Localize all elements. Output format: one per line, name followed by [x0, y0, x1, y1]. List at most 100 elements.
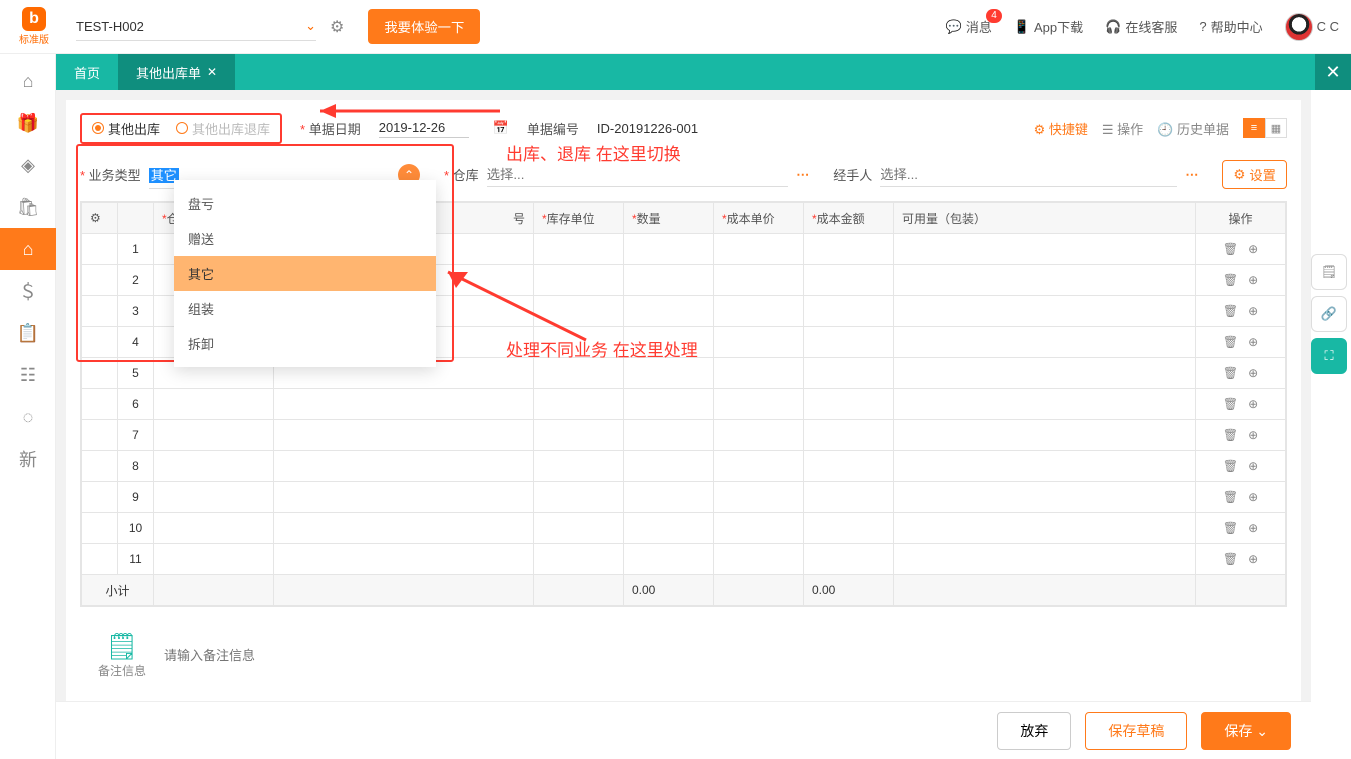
- outbound-type-radio-group: 其他出库 其他出库退库: [80, 113, 282, 144]
- store-selector[interactable]: TEST-H002 ⌄: [76, 12, 316, 41]
- copy-icon[interactable]: ⊕: [1248, 335, 1258, 349]
- discard-button[interactable]: 放弃: [997, 712, 1071, 750]
- subtotal-row: 小计 0.00 0.00: [82, 575, 1286, 606]
- remark-input[interactable]: [164, 648, 1269, 663]
- right-note-icon[interactable]: 🗒: [1311, 254, 1347, 290]
- copy-icon[interactable]: ⊕: [1248, 552, 1258, 566]
- copy-icon[interactable]: ⊕: [1248, 242, 1258, 256]
- app-download-label: App下载: [1034, 17, 1083, 36]
- remark-panel: 🗒 备注信息: [80, 619, 1287, 691]
- right-link-icon[interactable]: 🔗: [1311, 296, 1347, 332]
- right-expand-icon[interactable]: ⛶: [1311, 338, 1347, 374]
- delete-icon[interactable]: 🗑: [1223, 335, 1238, 349]
- copy-icon[interactable]: ⊕: [1248, 304, 1258, 318]
- dropdown-item-assemble[interactable]: 组装: [174, 291, 436, 326]
- dropdown-item-other[interactable]: 其它: [174, 256, 436, 291]
- form-row-1: 其他出库 其他出库退库 单据日期 2019-12-26 📅 单据编号 ID-20…: [80, 110, 1287, 146]
- nav-home-icon[interactable]: ⌂: [0, 60, 56, 102]
- warehouse-label: 仓库: [444, 165, 479, 184]
- tab-home[interactable]: 首页: [56, 54, 118, 90]
- nav-bag-icon[interactable]: 🛍: [0, 186, 56, 228]
- nav-new-icon[interactable]: 新: [0, 438, 56, 480]
- dropdown-item-loss[interactable]: 盘亏: [174, 186, 436, 221]
- copy-icon[interactable]: ⊕: [1248, 273, 1258, 287]
- biz-type-dropdown: 盘亏 赠送 其它 组装 拆卸: [174, 180, 436, 367]
- delete-icon[interactable]: 🗑: [1223, 552, 1238, 566]
- nav-diamond-icon[interactable]: ◈: [0, 144, 56, 186]
- nav-warehouse-icon[interactable]: ⌂: [0, 228, 56, 270]
- table-row[interactable]: 7🗑⊕: [82, 420, 1286, 451]
- dropdown-item-disassemble[interactable]: 拆卸: [174, 326, 436, 361]
- more-icon[interactable]: ⋯: [796, 167, 809, 183]
- delete-icon[interactable]: 🗑: [1223, 273, 1238, 287]
- messages-button[interactable]: 💬 消息 4: [946, 17, 992, 36]
- save-button[interactable]: 保存 ⌄: [1201, 712, 1291, 750]
- table-row[interactable]: 11🗑⊕: [82, 544, 1286, 575]
- header-code-label: 号: [513, 212, 525, 226]
- radio-other-outbound[interactable]: 其他出库: [92, 119, 160, 138]
- messages-badge: 4: [986, 9, 1002, 23]
- view-grid-icon[interactable]: ▦: [1265, 118, 1287, 138]
- copy-icon[interactable]: ⊕: [1248, 490, 1258, 504]
- tab-active-label: 其他出库单: [136, 63, 201, 82]
- nav-contact-icon[interactable]: ☷: [0, 354, 56, 396]
- settings-button[interactable]: ⚙设置: [1222, 160, 1287, 189]
- header-stock-unit: *库存单位: [534, 203, 624, 234]
- form-panel: 其他出库 其他出库退库 单据日期 2019-12-26 📅 单据编号 ID-20…: [66, 100, 1301, 701]
- handler-input[interactable]: [880, 163, 1177, 187]
- delete-icon[interactable]: 🗑: [1223, 490, 1238, 504]
- logo-icon: b: [22, 7, 46, 31]
- trial-button[interactable]: 我要体验一下: [368, 9, 480, 44]
- copy-icon[interactable]: ⊕: [1248, 366, 1258, 380]
- bill-date-input[interactable]: 2019-12-26: [379, 118, 469, 138]
- remark-icon-wrap: 🗒 备注信息: [98, 631, 146, 679]
- app-download-button[interactable]: 📱 App下载: [1014, 17, 1083, 36]
- table-row[interactable]: 6🗑⊕: [82, 389, 1286, 420]
- copy-icon[interactable]: ⊕: [1248, 397, 1258, 411]
- online-service-button[interactable]: 🎧 在线客服: [1105, 17, 1177, 36]
- header-available: 可用量（包装）: [894, 203, 1196, 234]
- nav-gift-icon[interactable]: 🎁: [0, 102, 56, 144]
- view-list-icon[interactable]: ≡: [1243, 118, 1265, 138]
- copy-icon[interactable]: ⊕: [1248, 428, 1258, 442]
- shortcut-button[interactable]: ⚙ 快捷键: [1034, 119, 1088, 138]
- history-button[interactable]: 🕘 历史单据: [1157, 119, 1229, 138]
- subtotal-amount: 0.00: [804, 575, 894, 606]
- left-nav-rail: ⌂ 🎁 ◈ 🛍 ⌂ ＄ 📋 ☷ ◌ 新: [0, 54, 56, 759]
- header-gear[interactable]: ⚙: [82, 203, 118, 234]
- operate-label: 操作: [1117, 122, 1143, 137]
- help-center-button[interactable]: ? 帮助中心: [1199, 17, 1262, 36]
- history-label: 历史单据: [1177, 122, 1229, 137]
- header-operate: 操作: [1196, 203, 1286, 234]
- nav-clipboard-icon[interactable]: 📋: [0, 312, 56, 354]
- tab-other-outbound[interactable]: 其他出库单 ✕: [118, 54, 235, 90]
- dropdown-item-gift[interactable]: 赠送: [174, 221, 436, 256]
- user-menu[interactable]: C C: [1285, 13, 1339, 41]
- more-icon[interactable]: ⋯: [1185, 167, 1198, 183]
- close-icon[interactable]: ✕: [207, 65, 217, 79]
- delete-icon[interactable]: 🗑: [1223, 304, 1238, 318]
- nav-money-icon[interactable]: ＄: [0, 270, 56, 312]
- table-row[interactable]: 10🗑⊕: [82, 513, 1286, 544]
- copy-icon[interactable]: ⊕: [1248, 459, 1258, 473]
- avatar: [1285, 13, 1313, 41]
- operate-button[interactable]: ☰ 操作: [1102, 119, 1143, 138]
- warehouse-input[interactable]: [487, 163, 789, 187]
- table-row[interactable]: 9🗑⊕: [82, 482, 1286, 513]
- tab-bar-close[interactable]: ✕: [1315, 54, 1351, 90]
- handler-field: 经手人 ⋯: [833, 163, 1198, 187]
- gear-icon[interactable]: ⚙: [330, 17, 344, 37]
- delete-icon[interactable]: 🗑: [1223, 242, 1238, 256]
- copy-icon[interactable]: ⊕: [1248, 521, 1258, 535]
- table-row[interactable]: 8🗑⊕: [82, 451, 1286, 482]
- radio-other-outbound-return[interactable]: 其他出库退库: [176, 119, 270, 138]
- delete-icon[interactable]: 🗑: [1223, 459, 1238, 473]
- save-draft-button[interactable]: 保存草稿: [1085, 712, 1187, 750]
- delete-icon[interactable]: 🗑: [1223, 366, 1238, 380]
- tab-bar: 首页 其他出库单 ✕ ✕: [56, 54, 1351, 90]
- delete-icon[interactable]: 🗑: [1223, 397, 1238, 411]
- delete-icon[interactable]: 🗑: [1223, 428, 1238, 442]
- nav-loading-icon[interactable]: ◌: [0, 396, 56, 438]
- delete-icon[interactable]: 🗑: [1223, 521, 1238, 535]
- calendar-icon[interactable]: 📅: [493, 120, 509, 136]
